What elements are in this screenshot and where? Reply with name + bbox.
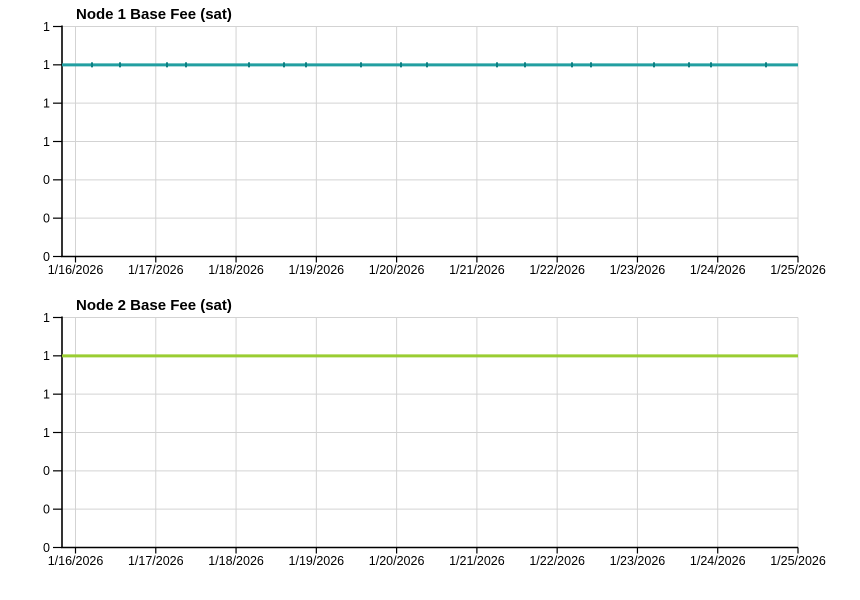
y-tick-label: 0	[43, 541, 50, 555]
y-tick-label: 0	[43, 250, 50, 264]
data-point-marker	[496, 62, 498, 68]
y-tick-label: 0	[43, 502, 50, 516]
data-point-marker	[283, 62, 285, 68]
y-tick-label: 1	[43, 311, 50, 325]
x-tick-label: 1/18/2026	[208, 263, 264, 277]
data-point-marker	[360, 62, 362, 68]
x-tick-label: 1/16/2026	[48, 263, 104, 277]
data-point-marker	[185, 62, 187, 68]
x-tick-label: 1/22/2026	[529, 263, 585, 277]
charts-svg: 0 0 0 1 1 1 1 1/16/2026 1/17/2026 1/18/2026 1/19/2…	[43, 20, 826, 568]
data-point-marker	[426, 62, 428, 68]
x-tick-label: 1/21/2026	[449, 263, 505, 277]
data-point-marker	[524, 62, 526, 68]
y-tick-label: 1	[43, 426, 50, 440]
data-point-marker	[688, 62, 690, 68]
y-tick-label: 0	[43, 464, 50, 478]
x-tick-label: 1/17/2026	[128, 554, 184, 568]
data-point-marker	[710, 62, 712, 68]
data-point-marker	[571, 62, 573, 68]
y-tick-label: 0	[43, 211, 50, 225]
y-tick-label: 0	[43, 173, 50, 187]
x-tick-label: 1/17/2026	[128, 263, 184, 277]
data-point-marker	[400, 62, 402, 68]
data-point-marker	[248, 62, 250, 68]
data-point-marker	[765, 62, 767, 68]
x-tick-label: 1/25/2026	[770, 554, 826, 568]
x-tick-label: 1/22/2026	[529, 554, 585, 568]
data-point-marker	[166, 62, 168, 68]
y-tick-label: 1	[43, 96, 50, 110]
y-tick-label: 1	[43, 58, 50, 72]
x-tick-label: 1/20/2026	[369, 554, 425, 568]
x-tick-label: 1/24/2026	[690, 554, 746, 568]
x-tick-label: 1/23/2026	[610, 554, 666, 568]
x-tick-label: 1/19/2026	[289, 263, 345, 277]
data-point-marker	[119, 62, 121, 68]
x-tick-label: 1/20/2026	[369, 263, 425, 277]
x-tick-label: 1/25/2026	[770, 263, 826, 277]
x-tick-label: 1/18/2026	[208, 554, 264, 568]
y-tick-label: 1	[43, 387, 50, 401]
data-point-marker	[91, 62, 93, 68]
chart-2: 0 0 0 1 1 1 1 1/16/2026 1/17/2026 1/18/2026 1/19/2…	[43, 311, 826, 568]
y-tick-label: 1	[43, 20, 50, 34]
y-tick-label: 1	[43, 135, 50, 149]
data-point-marker	[653, 62, 655, 68]
data-point-marker	[590, 62, 592, 68]
chart-1: 0 0 0 1 1 1 1 1/16/2026 1/17/2026 1/18/2026 1/19/2…	[43, 20, 826, 277]
x-tick-label: 1/19/2026	[289, 554, 345, 568]
x-tick-label: 1/16/2026	[48, 554, 104, 568]
data-point-marker	[305, 62, 307, 68]
x-tick-label: 1/21/2026	[449, 554, 505, 568]
x-tick-label: 1/23/2026	[610, 263, 666, 277]
charts-panel: Node 1 Base Fee (sat) Node 2 Base Fee (s…	[0, 0, 860, 600]
y-tick-label: 1	[43, 349, 50, 363]
x-tick-label: 1/24/2026	[690, 263, 746, 277]
